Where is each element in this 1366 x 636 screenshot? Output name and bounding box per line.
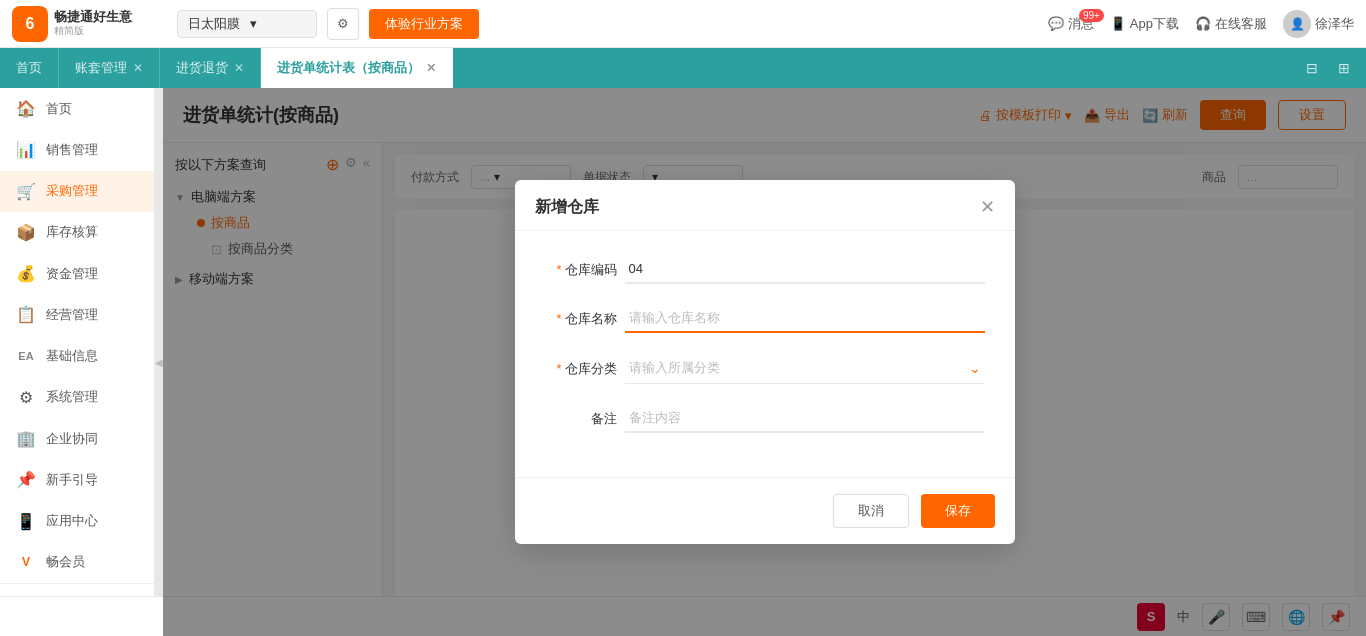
remark-label: 备注: [545, 410, 625, 428]
sales-icon: 📊: [16, 140, 36, 159]
tab-stat-label: 进货单统计表（按商品）: [277, 59, 420, 77]
sidebar-operation-label: 经营管理: [46, 306, 98, 324]
modal-overlay: 新增仓库 ✕ 仓库编码 仓库名称 仓库分类: [163, 88, 1366, 636]
sidebar-finance-label: 资金管理: [46, 265, 98, 283]
tab-return-close[interactable]: ✕: [234, 61, 244, 75]
app-label: App下载: [1130, 15, 1179, 33]
try-industry-button[interactable]: 体验行业方案: [369, 9, 479, 39]
user-name: 徐泽华: [1315, 15, 1354, 33]
app-download-button[interactable]: 📱 App下载: [1110, 15, 1179, 33]
modal-body: 仓库编码 仓库名称 仓库分类 请输入所属分类 ⌄: [515, 231, 1015, 477]
sidebar-app-label: 应用中心: [46, 512, 98, 530]
tab-purchase-stat[interactable]: 进货单统计表（按商品） ✕: [261, 48, 453, 88]
home-icon: 🏠: [16, 99, 36, 118]
tab-account[interactable]: 账套管理 ✕: [59, 48, 160, 88]
sidebar-home-label: 首页: [46, 100, 72, 118]
sidebar-sales-label: 销售管理: [46, 141, 98, 159]
tab-home-label: 首页: [16, 59, 42, 77]
save-button[interactable]: 保存: [921, 494, 995, 528]
online-service-button[interactable]: 🎧 在线客服: [1195, 15, 1267, 33]
tab-return-label: 进货退货: [176, 59, 228, 77]
category-placeholder: 请输入所属分类: [629, 359, 969, 377]
service-label: 在线客服: [1215, 15, 1267, 33]
message-icon: 💬: [1048, 16, 1064, 31]
sidebar-corp-label: 企业协同: [46, 430, 98, 448]
add-warehouse-modal: 新增仓库 ✕ 仓库编码 仓库名称 仓库分类: [515, 180, 1015, 544]
sidebar-item-sales[interactable]: 📊 销售管理: [0, 129, 154, 170]
sidebar-item-member[interactable]: V 畅会员: [0, 542, 154, 583]
sidebar-item-home[interactable]: 🏠 首页: [0, 88, 154, 129]
tab-stat-close[interactable]: ✕: [426, 61, 436, 75]
sidebar-guide-label: 新手引导: [46, 471, 98, 489]
user-menu[interactable]: 👤 徐泽华: [1283, 10, 1354, 38]
sidebar-item-guide[interactable]: 📌 新手引导: [0, 459, 154, 500]
sidebar-purchase-label: 采购管理: [46, 182, 98, 200]
store-chevron-icon: ▾: [250, 16, 306, 31]
content-area: 进货单统计(按商品) 🖨 按模板打印 ▾ 📤 导出 🔄 刷新 查询 设置: [163, 88, 1366, 636]
messages-button[interactable]: 💬 消息 99+: [1048, 15, 1094, 33]
logo-icon: 6: [12, 6, 48, 42]
sidebar-item-inventory[interactable]: 📦 库存核算: [0, 212, 154, 253]
logo-sub: 精简版: [54, 24, 132, 38]
sidebar-item-finance[interactable]: 💰 资金管理: [0, 253, 154, 294]
settings-icon[interactable]: ⚙: [327, 8, 359, 40]
name-input[interactable]: [625, 304, 985, 333]
corp-icon: 🏢: [16, 429, 36, 448]
tab-account-close[interactable]: ✕: [133, 61, 143, 75]
sidebar-item-system[interactable]: ⚙ 系统管理: [0, 377, 154, 418]
remark-input[interactable]: [625, 404, 985, 433]
tab-bar: 首页 账套管理 ✕ 进货退货 ✕ 进货单统计表（按商品） ✕ ⊟ ⊞: [0, 48, 1366, 88]
sidebar-basic-label: 基础信息: [46, 347, 98, 365]
category-select[interactable]: 请输入所属分类 ⌄: [625, 353, 985, 384]
name-label: 仓库名称: [545, 310, 625, 328]
sidebar: 🏠 首页 📊 销售管理 🛒 采购管理 📦 库存核算 💰 资金管理 📋 经营管理 …: [0, 88, 155, 636]
form-row-category: 仓库分类 请输入所属分类 ⌄: [545, 353, 985, 384]
sidebar-inventory-label: 库存核算: [46, 223, 98, 241]
cancel-button[interactable]: 取消: [833, 494, 909, 528]
modal-title: 新增仓库: [535, 197, 599, 218]
message-badge: 99+: [1079, 9, 1104, 22]
sidebar-item-purchase[interactable]: 🛒 采购管理: [0, 171, 154, 212]
sidebar-system-label: 系统管理: [46, 388, 98, 406]
member-icon: V: [16, 555, 36, 569]
avatar: 👤: [1283, 10, 1311, 38]
sidebar-item-corp[interactable]: 🏢 企业协同: [0, 418, 154, 459]
store-name: 日太阳膜: [188, 15, 244, 33]
store-selector[interactable]: 日太阳膜 ▾: [177, 10, 317, 38]
tab-prev-icon[interactable]: ⊟: [1298, 54, 1326, 82]
main-layout: 🏠 首页 📊 销售管理 🛒 采购管理 📦 库存核算 💰 资金管理 📋 经营管理 …: [0, 88, 1366, 636]
tab-purchase-return[interactable]: 进货退货 ✕: [160, 48, 261, 88]
tab-expand-icon[interactable]: ⊞: [1330, 54, 1358, 82]
basic-icon: EA: [16, 350, 36, 362]
sidebar-member-label: 畅会员: [46, 553, 85, 571]
app-icon: 📱: [1110, 16, 1126, 31]
form-row-remark: 备注: [545, 404, 985, 433]
tab-account-label: 账套管理: [75, 59, 127, 77]
modal-header: 新增仓库 ✕: [515, 180, 1015, 231]
form-row-code: 仓库编码: [545, 255, 985, 284]
system-icon: ⚙: [16, 388, 36, 407]
headset-icon: 🎧: [1195, 16, 1211, 31]
top-bar: 6 畅捷通好生意 精简版 日太阳膜 ▾ ⚙ 体验行业方案 💬 消息 99+ 📱 …: [0, 0, 1366, 48]
purchase-icon: 🛒: [16, 182, 36, 201]
logo-title: 畅捷通好生意: [54, 9, 132, 25]
sidebar-collapse-bar[interactable]: ◀: [155, 88, 163, 636]
sidebar-item-basic[interactable]: EA 基础信息: [0, 336, 154, 377]
logo-area: 6 畅捷通好生意 精简版: [12, 6, 167, 42]
modal-footer: 取消 保存: [515, 477, 1015, 544]
form-row-name: 仓库名称: [545, 304, 985, 333]
category-label: 仓库分类: [545, 360, 625, 378]
category-chevron-icon: ⌄: [969, 360, 981, 376]
app-center-icon: 📱: [16, 512, 36, 531]
sidebar-item-app[interactable]: 📱 应用中心: [0, 501, 154, 542]
modal-close-button[interactable]: ✕: [980, 196, 995, 218]
code-input[interactable]: [625, 255, 985, 284]
guide-icon: 📌: [16, 470, 36, 489]
sidebar-item-operation[interactable]: 📋 经营管理: [0, 294, 154, 335]
tab-home[interactable]: 首页: [0, 48, 59, 88]
code-label: 仓库编码: [545, 261, 625, 279]
operation-icon: 📋: [16, 305, 36, 324]
finance-icon: 💰: [16, 264, 36, 283]
inventory-icon: 📦: [16, 223, 36, 242]
